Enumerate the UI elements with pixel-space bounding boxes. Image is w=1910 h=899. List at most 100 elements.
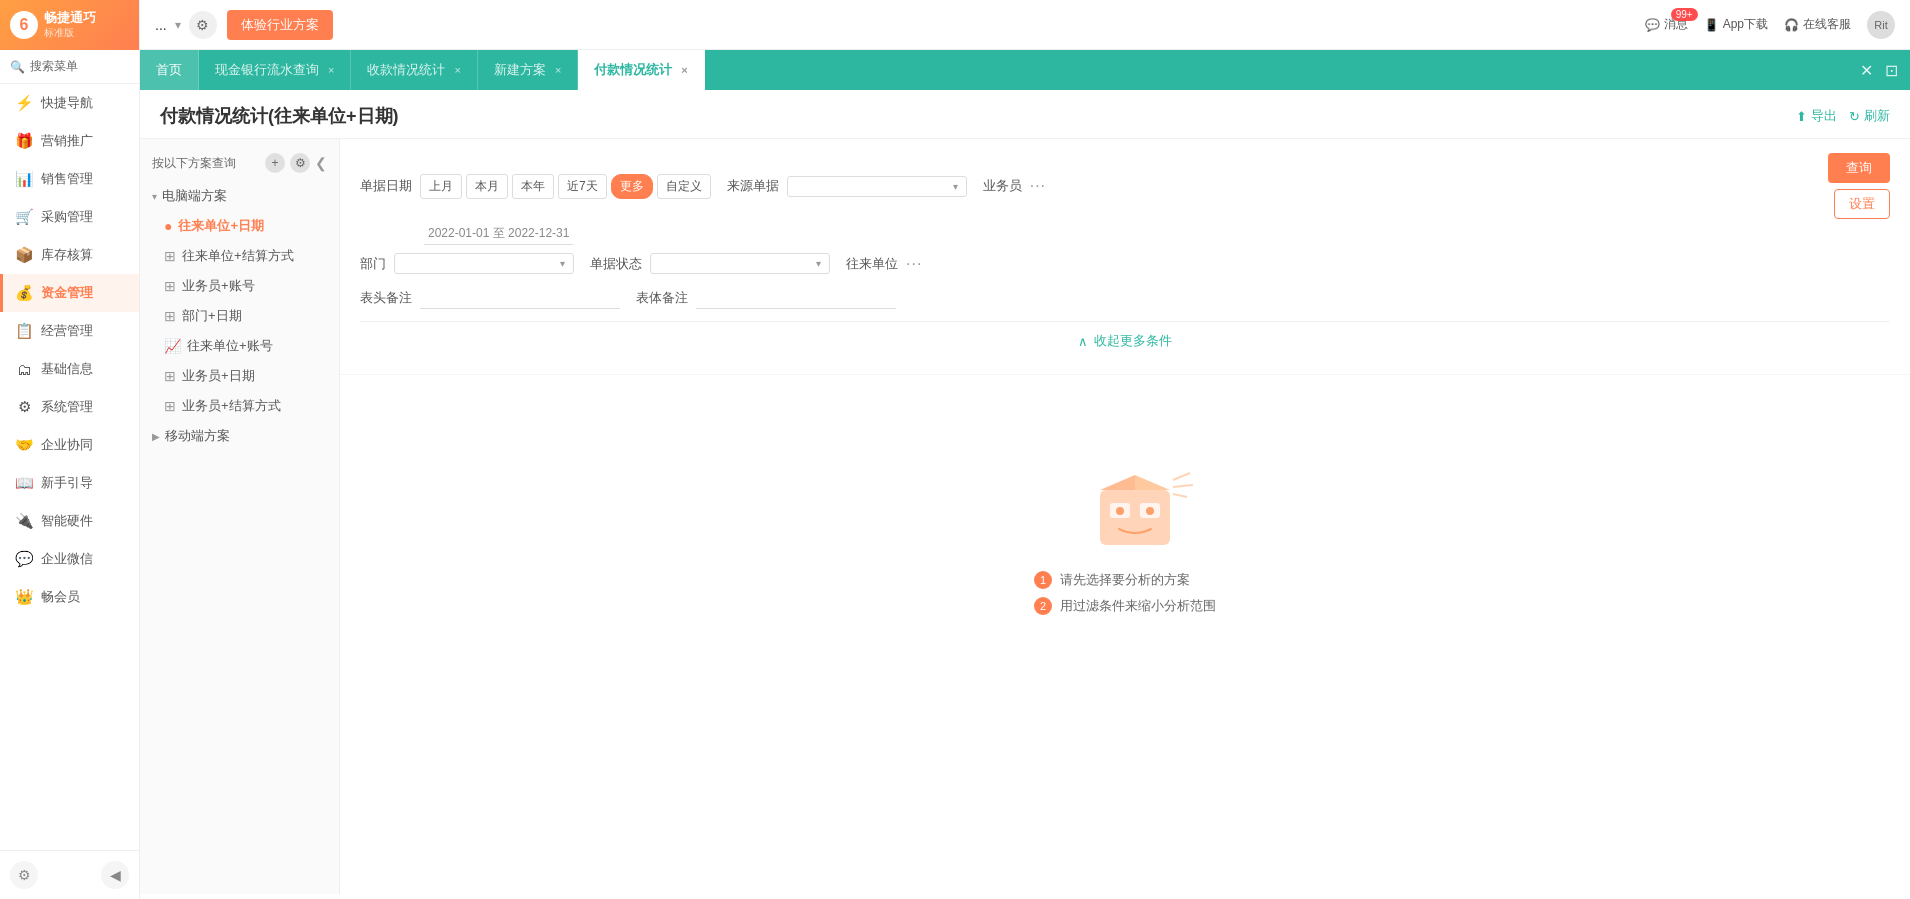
sidebar-item-hardware[interactable]: 🔌 智能硬件 xyxy=(0,502,139,540)
sidebar-item-purchase[interactable]: 🛒 采购管理 xyxy=(0,198,139,236)
filter-settings-btn[interactable]: 设置 xyxy=(1834,189,1890,219)
scheme-item-label: 往来单位+结算方式 xyxy=(182,247,294,265)
scheme-desktop-group-header[interactable]: ▾ 电脑端方案 xyxy=(140,181,339,211)
filter-body-note-item: 表体备注 xyxy=(636,286,896,309)
scheme-item-unit-settlement[interactable]: ⊞ 往来单位+结算方式 xyxy=(140,241,339,271)
scheme-item-label: 部门+日期 xyxy=(182,307,242,325)
sidebar-item-cooperation[interactable]: 🤝 企业协同 xyxy=(0,426,139,464)
scheme-item-table2-icon: ⊞ xyxy=(164,278,176,294)
sidebar-item-sales[interactable]: 📊 销售管理 xyxy=(0,160,139,198)
tab-bank-flow-close[interactable]: × xyxy=(328,65,334,76)
tab-new-scheme[interactable]: 新建方案 × xyxy=(478,50,578,90)
scheme-item-salesman-account[interactable]: ⊞ 业务员+账号 xyxy=(140,271,339,301)
scheme-item-salesman-settlement[interactable]: ⊞ 业务员+结算方式 xyxy=(140,391,339,421)
date-range-display[interactable]: 2022-01-01 至 2022-12-31 xyxy=(424,223,573,245)
scheme-item-label: 往来单位+日期 xyxy=(178,217,264,235)
tab-bank-flow-label: 现金银行流水查询 xyxy=(215,61,319,79)
sidebar-item-system[interactable]: ⚙ 系统管理 xyxy=(0,388,139,426)
refresh-btn[interactable]: ↻ 刷新 xyxy=(1849,107,1890,125)
collapse-more-btn[interactable]: ∧ 收起更多条件 xyxy=(360,321,1890,360)
scheme-mobile-arrow-icon: ▶ xyxy=(152,431,160,442)
sidebar-item-capital[interactable]: 💰 资金管理 xyxy=(0,274,139,312)
tab-bar: 首页 现金银行流水查询 × 收款情况统计 × 新建方案 × 付款情况统计 × ✕… xyxy=(140,50,1910,90)
filter-row-1: 单据日期 上月 本月 本年 近7天 更多 自定义 来源单据 xyxy=(360,153,1890,219)
operations-icon: 📋 xyxy=(15,322,33,340)
sidebar-item-basic-info[interactable]: 🗂 基础信息 xyxy=(0,350,139,388)
hardware-icon: 🔌 xyxy=(15,512,33,530)
export-btn[interactable]: ⬆ 导出 xyxy=(1796,107,1837,125)
search-menu[interactable]: 🔍 搜索菜单 xyxy=(0,50,139,84)
user-avatar[interactable]: Rit xyxy=(1867,11,1895,39)
tab-payment-stats-close[interactable]: × xyxy=(681,65,687,76)
app-download-label: App下载 xyxy=(1723,16,1768,33)
tab-close-all-btn[interactable]: ✕ xyxy=(1856,59,1877,82)
tab-collection-stats[interactable]: 收款情况统计 × xyxy=(351,50,477,90)
scheme-panel: 按以下方案查询 + ⚙ ❮ ▾ 电脑端方案 ● 往来单位+日期 xyxy=(140,139,340,894)
sidebar-item-guide[interactable]: 📖 新手引导 xyxy=(0,464,139,502)
tab-new-scheme-close[interactable]: × xyxy=(555,65,561,76)
hint-text-2: 用过滤条件来缩小分析范围 xyxy=(1060,597,1216,615)
scheme-add-btn[interactable]: + xyxy=(265,153,285,173)
app-download-btn[interactable]: 📱 App下载 xyxy=(1704,16,1768,33)
tab-payment-stats[interactable]: 付款情况统计 × xyxy=(578,50,704,90)
trial-btn[interactable]: 体验行业方案 xyxy=(227,10,333,40)
content-body: 按以下方案查询 + ⚙ ❮ ▾ 电脑端方案 ● 往来单位+日期 xyxy=(140,139,1910,894)
source-doc-select[interactable]: ▾ xyxy=(787,176,967,197)
salesman-more-btn[interactable]: ··· xyxy=(1030,177,1046,195)
cooperation-icon: 🤝 xyxy=(15,436,33,454)
filter-partner-item: 往来单位 ··· xyxy=(846,255,922,273)
filter-row-3: 表头备注 表体备注 xyxy=(360,286,1890,309)
tab-collection-stats-close[interactable]: × xyxy=(454,65,460,76)
date-tab-custom[interactable]: 自定义 xyxy=(657,174,711,199)
date-tab-more[interactable]: 更多 xyxy=(611,174,653,199)
tab-bank-flow[interactable]: 现金银行流水查询 × xyxy=(199,50,351,90)
sales-icon: 📊 xyxy=(15,170,33,188)
svg-rect-0 xyxy=(1100,490,1170,545)
wechat-icon: 💬 xyxy=(15,550,33,568)
date-tab-this-year[interactable]: 本年 xyxy=(512,174,554,199)
search-menu-label: 搜索菜单 xyxy=(30,58,78,75)
sidebar-item-label: 经营管理 xyxy=(41,322,93,340)
sidebar-item-operations[interactable]: 📋 经营管理 xyxy=(0,312,139,350)
query-btn[interactable]: 查询 xyxy=(1828,153,1890,183)
sidebar-item-inventory[interactable]: 📦 库存核算 xyxy=(0,236,139,274)
export-label: 导出 xyxy=(1811,107,1837,125)
scheme-mobile-group-header[interactable]: ▶ 移动端方案 xyxy=(140,421,339,451)
scheme-item-unit-account[interactable]: 📈 往来单位+账号 xyxy=(140,331,339,361)
scheme-mobile-label: 移动端方案 xyxy=(165,427,230,445)
partner-more-btn[interactable]: ··· xyxy=(906,255,922,273)
scheme-item-label: 业务员+日期 xyxy=(182,367,255,385)
scheme-panel-collapse-btn[interactable]: ❮ xyxy=(315,155,327,171)
sidebar-item-quick-nav[interactable]: ⚡ 快捷导航 xyxy=(0,84,139,122)
date-tab-this-month[interactable]: 本月 xyxy=(466,174,508,199)
date-tab-last-month[interactable]: 上月 xyxy=(420,174,462,199)
sidebar-item-member[interactable]: 👑 畅会员 xyxy=(0,578,139,616)
scheme-item-dept-date[interactable]: ⊞ 部门+日期 xyxy=(140,301,339,331)
sidebar-item-label: 新手引导 xyxy=(41,474,93,492)
scheme-panel-header: 按以下方案查询 + ⚙ ❮ xyxy=(140,149,339,181)
doc-status-select[interactable]: ▾ xyxy=(650,253,830,274)
scheme-item-salesman-date[interactable]: ⊞ 业务员+日期 xyxy=(140,361,339,391)
tab-maximize-btn[interactable]: ⊡ xyxy=(1881,59,1902,82)
page-title: 付款情况统计(往来单位+日期) xyxy=(160,104,399,128)
headset-icon: 🎧 xyxy=(1784,18,1799,32)
tab-home[interactable]: 首页 xyxy=(140,50,199,90)
topbar-settings-btn[interactable]: ⚙ xyxy=(189,11,217,39)
scheme-item-table3-icon: ⊞ xyxy=(164,308,176,324)
scheme-desktop-arrow-icon: ▾ xyxy=(152,191,157,202)
sidebar-item-wechat[interactable]: 💬 企业微信 xyxy=(0,540,139,578)
sidebar-collapse-btn[interactable]: ◀ xyxy=(101,861,129,889)
date-tab-last-7days[interactable]: 近7天 xyxy=(558,174,607,199)
sidebar-item-label: 企业协同 xyxy=(41,436,93,454)
scheme-settings-btn[interactable]: ⚙ xyxy=(290,153,310,173)
body-note-input[interactable] xyxy=(696,286,896,309)
dept-select[interactable]: ▾ xyxy=(394,253,574,274)
messages-btn[interactable]: 💬 消息 99+ xyxy=(1645,16,1688,33)
sidebar-item-marketing[interactable]: 🎁 营销推广 xyxy=(0,122,139,160)
sidebar-settings-btn[interactable]: ⚙ xyxy=(10,861,38,889)
message-badge: 99+ xyxy=(1671,8,1698,21)
scheme-item-unit-date[interactable]: ● 往来单位+日期 xyxy=(140,211,339,241)
header-note-input[interactable] xyxy=(420,286,620,309)
scheme-item-active-icon: ● xyxy=(164,218,172,234)
online-service-btn[interactable]: 🎧 在线客服 xyxy=(1784,16,1851,33)
